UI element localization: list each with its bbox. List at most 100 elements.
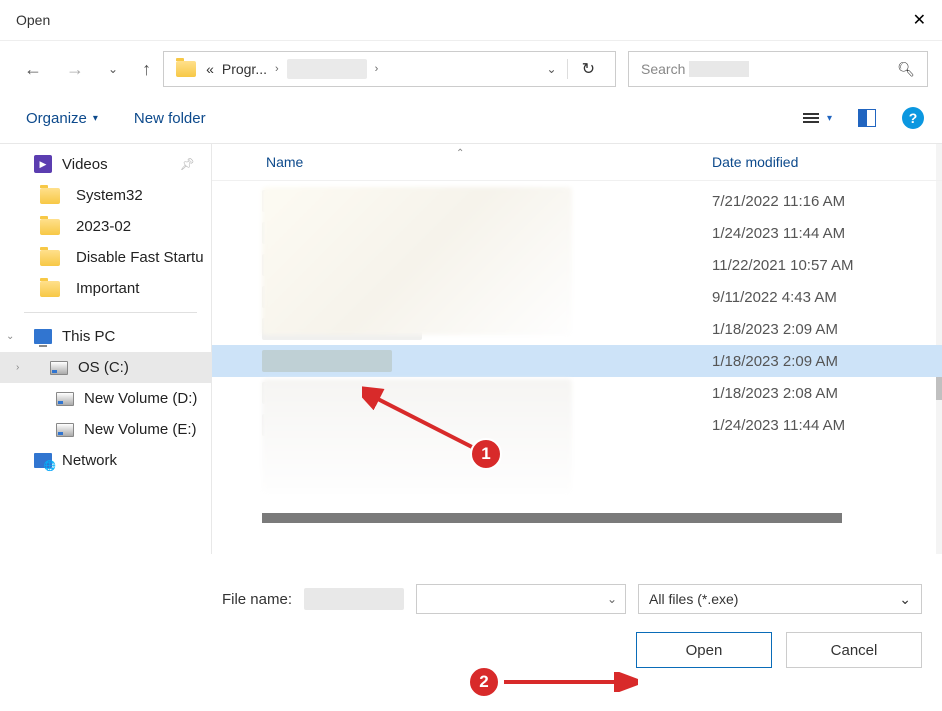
sidebar-item-2023-02[interactable]: 2023-02: [0, 211, 211, 242]
sidebar-item-network[interactable]: Network: [0, 445, 211, 476]
close-icon[interactable]: ✕: [903, 6, 936, 34]
scrollbar-thumb[interactable]: [262, 513, 842, 523]
organize-button[interactable]: Organize ▾: [26, 110, 98, 127]
search-icon[interactable]: 🔍︎: [897, 61, 915, 78]
file-date: 1/24/2023 11:44 AM: [712, 225, 942, 242]
file-date: 1/18/2023 2:09 AM: [712, 321, 942, 338]
up-icon[interactable]: ↑: [142, 59, 151, 80]
column-name[interactable]: Name ⌃: [266, 154, 712, 170]
sidebar-label: System32: [76, 187, 143, 204]
file-date: 1/18/2023 2:08 AM: [712, 385, 942, 402]
sidebar-label: 2023-02: [76, 218, 131, 235]
sidebar-item-disable[interactable]: Disable Fast Startu: [0, 242, 211, 273]
filetype-select[interactable]: All files (*.exe) ⌄: [638, 584, 922, 614]
main-area: ▶ Videos 📌︎ System32 2023-02 Disable Fas…: [0, 144, 942, 554]
sidebar-item-important[interactable]: Important: [0, 273, 211, 304]
pin-icon: 📌︎: [180, 157, 195, 171]
new-folder-button[interactable]: New folder: [134, 110, 206, 127]
sidebar-label: This PC: [62, 328, 115, 345]
nav-bar: ← → ⌄ ↑ « Progr... › › ⌄ ↻ Search 🔍︎: [0, 41, 942, 97]
network-icon: [34, 453, 52, 468]
refresh-icon[interactable]: ↻: [567, 59, 609, 79]
horizontal-scrollbar[interactable]: [262, 511, 908, 525]
back-icon[interactable]: ←: [24, 59, 42, 80]
chevron-right-icon[interactable]: ›: [16, 362, 19, 373]
list-icon: [803, 113, 819, 123]
folder-icon: [40, 219, 60, 235]
sidebar-item-os-c[interactable]: › OS (C:): [0, 352, 211, 383]
file-date: 9/11/2022 4:43 AM: [712, 289, 942, 306]
filename-label: File name:: [222, 591, 292, 608]
filename-input[interactable]: ⌄: [416, 584, 626, 614]
cancel-button[interactable]: Cancel: [786, 632, 922, 668]
filetype-label: All files (*.exe): [649, 591, 738, 607]
column-headers: Name ⌃ Date modified: [212, 144, 942, 181]
sidebar-item-thispc[interactable]: ⌄ This PC: [0, 321, 211, 352]
column-date[interactable]: Date modified: [712, 154, 942, 170]
list-body: 7/21/2022 11:16 AM 1/24/2023 11:44 AM 11…: [212, 181, 942, 441]
filename-blurred: [304, 588, 404, 610]
toolbar: Organize ▾ New folder ▾ ?: [0, 97, 942, 144]
file-date: 7/21/2022 11:16 AM: [712, 193, 942, 210]
chevron-down-icon[interactable]: ⌄: [6, 331, 14, 342]
videos-icon: ▶: [34, 155, 52, 173]
folder-icon: [176, 61, 196, 77]
button-row: Open Cancel: [0, 632, 922, 668]
open-button[interactable]: Open: [636, 632, 772, 668]
sidebar-label: Network: [62, 452, 117, 469]
sidebar-item-videos[interactable]: ▶ Videos 📌︎: [0, 148, 211, 180]
file-date: 11/22/2021 10:57 AM: [712, 257, 942, 274]
sidebar-label: New Volume (E:): [84, 421, 197, 438]
sidebar: ▶ Videos 📌︎ System32 2023-02 Disable Fas…: [0, 144, 212, 554]
search-box[interactable]: Search 🔍︎: [628, 51, 928, 87]
chevron-down-icon: ⌄: [899, 591, 911, 608]
sidebar-item-volume-d[interactable]: New Volume (D:): [0, 383, 211, 414]
chevron-right-icon[interactable]: ›: [375, 63, 379, 75]
preview-pane-icon[interactable]: [858, 109, 876, 127]
sidebar-label: Disable Fast Startu: [76, 249, 204, 266]
drive-icon: [56, 423, 74, 437]
sidebar-label: Videos: [62, 156, 108, 173]
view-button[interactable]: ▾: [803, 113, 832, 124]
chevron-down-icon: ▾: [827, 113, 832, 124]
path-prefix: «: [206, 61, 214, 77]
drive-icon: [56, 392, 74, 406]
blurred-content: [262, 187, 572, 335]
file-date: 1/18/2023 2:09 AM: [712, 353, 942, 370]
folder-icon: [40, 281, 60, 297]
annotation-arrow-1: [362, 386, 482, 456]
annotation-1: 1: [470, 438, 502, 470]
search-placeholder: Search: [641, 61, 685, 77]
sort-asc-icon: ⌃: [456, 148, 464, 159]
file-date: 1/24/2023 11:44 AM: [712, 417, 942, 434]
annotation-arrow-2: [500, 672, 638, 692]
path-blurred: [287, 59, 367, 79]
chevron-down-icon[interactable]: ⌄: [547, 62, 557, 76]
organize-label: Organize: [26, 110, 87, 127]
window-title: Open: [16, 12, 50, 28]
recent-dropdown-icon[interactable]: ⌄: [108, 62, 118, 76]
folder-icon: [40, 250, 60, 266]
file-row-selected[interactable]: 1/18/2023 2:09 AM: [212, 345, 942, 377]
folder-icon: [40, 188, 60, 204]
chevron-down-icon: ▾: [93, 113, 98, 124]
chevron-right-icon[interactable]: ›: [275, 63, 279, 75]
file-list: Name ⌃ Date modified 7/21/2022 11:16 AM …: [212, 144, 942, 554]
search-blurred: [689, 61, 749, 77]
sidebar-item-system32[interactable]: System32: [0, 180, 211, 211]
address-bar[interactable]: « Progr... › › ⌄ ↻: [163, 51, 616, 87]
drive-icon: [50, 361, 68, 375]
filename-row: File name: ⌄ All files (*.exe) ⌄: [0, 584, 922, 614]
path-segment[interactable]: Progr...: [222, 61, 267, 77]
column-label: Name: [266, 154, 303, 170]
sidebar-label: OS (C:): [78, 359, 129, 376]
annotation-2: 2: [468, 666, 500, 698]
chevron-down-icon[interactable]: ⌄: [607, 592, 617, 606]
bottom-panel: File name: ⌄ All files (*.exe) ⌄ Open Ca…: [0, 554, 942, 668]
sidebar-item-volume-e[interactable]: New Volume (E:): [0, 414, 211, 445]
help-icon[interactable]: ?: [902, 107, 924, 129]
forward-icon[interactable]: →: [66, 59, 84, 80]
nav-arrows: ← → ⌄ ↑: [24, 59, 151, 80]
title-bar: Open ✕: [0, 0, 942, 41]
sidebar-label: Important: [76, 280, 139, 297]
